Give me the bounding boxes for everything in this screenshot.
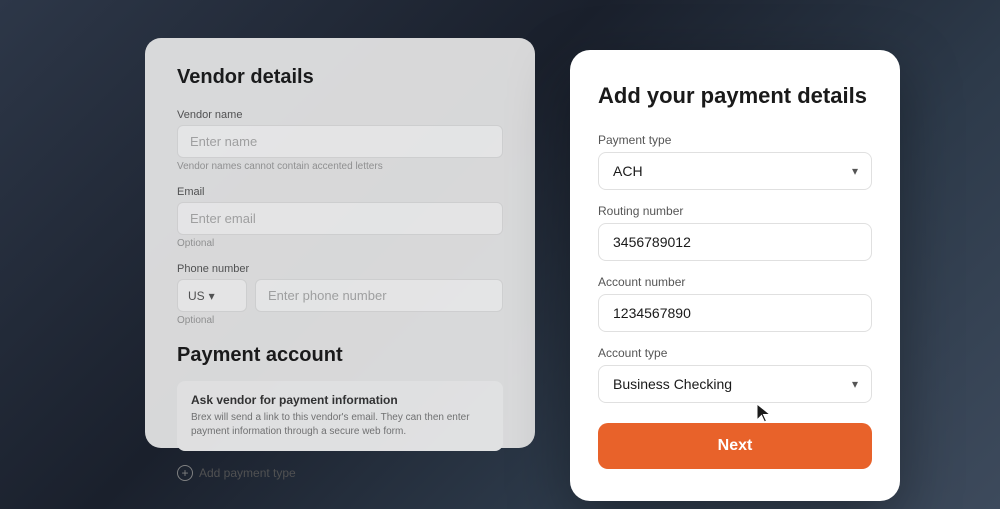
payment-type-select[interactable]: ACHWireCheck bbox=[598, 152, 872, 190]
payment-account-title: Payment account bbox=[177, 344, 503, 367]
add-icon: + bbox=[177, 465, 193, 481]
phone-placeholder-text: Enter phone number bbox=[255, 279, 503, 312]
vendor-name-label: Vendor name bbox=[177, 109, 503, 121]
vendor-name-group: Vendor name Enter name Vendor names cann… bbox=[177, 109, 503, 172]
add-payment-label: Add payment type bbox=[199, 466, 296, 480]
email-group: Email Enter email Optional bbox=[177, 186, 503, 249]
email-hint: Optional bbox=[177, 238, 503, 249]
vendor-name-hint: Vendor names cannot contain accented let… bbox=[177, 161, 503, 172]
next-button[interactable]: Next bbox=[598, 423, 872, 469]
ask-vendor-desc: Brex will send a link to this vendor's e… bbox=[191, 411, 489, 439]
phone-group: Phone number US ▾ Enter phone number Opt… bbox=[177, 263, 503, 326]
phone-country-select: US ▾ bbox=[177, 279, 247, 312]
routing-number-input[interactable] bbox=[598, 223, 872, 261]
ask-vendor-title: Ask vendor for payment information bbox=[191, 393, 489, 407]
modal-title: Add your payment details bbox=[598, 82, 872, 111]
ask-vendor-box: Ask vendor for payment information Brex … bbox=[177, 381, 503, 451]
email-placeholder-text: Enter email bbox=[177, 202, 503, 235]
account-number-group: Account number bbox=[598, 275, 872, 332]
chevron-down-icon: ▾ bbox=[209, 289, 215, 303]
phone-label: Phone number bbox=[177, 263, 503, 275]
phone-hint: Optional bbox=[177, 315, 503, 326]
vendor-details-card: Vendor details Vendor name Enter name Ve… bbox=[145, 38, 535, 448]
account-type-select[interactable]: Business CheckingPersonal CheckingSaving… bbox=[598, 365, 872, 403]
add-payment-row[interactable]: + Add payment type bbox=[177, 461, 503, 485]
account-number-input[interactable] bbox=[598, 294, 872, 332]
routing-number-label: Routing number bbox=[598, 204, 872, 218]
routing-number-group: Routing number bbox=[598, 204, 872, 261]
payment-account-section: Payment account Ask vendor for payment i… bbox=[177, 344, 503, 485]
payment-type-group: Payment type ACHWireCheck ▾ bbox=[598, 133, 872, 190]
vendor-name-placeholder-text: Enter name bbox=[177, 125, 503, 158]
payment-type-label: Payment type bbox=[598, 133, 872, 147]
payment-type-select-wrapper[interactable]: ACHWireCheck ▾ bbox=[598, 152, 872, 190]
account-type-select-wrapper[interactable]: Business CheckingPersonal CheckingSaving… bbox=[598, 365, 872, 403]
account-number-label: Account number bbox=[598, 275, 872, 289]
account-type-label: Account type bbox=[598, 346, 872, 360]
account-type-group: Account type Business CheckingPersonal C… bbox=[598, 346, 872, 403]
vendor-details-title: Vendor details bbox=[177, 66, 503, 89]
email-label: Email bbox=[177, 186, 503, 198]
payment-details-modal: Add your payment details Payment type AC… bbox=[570, 50, 900, 501]
